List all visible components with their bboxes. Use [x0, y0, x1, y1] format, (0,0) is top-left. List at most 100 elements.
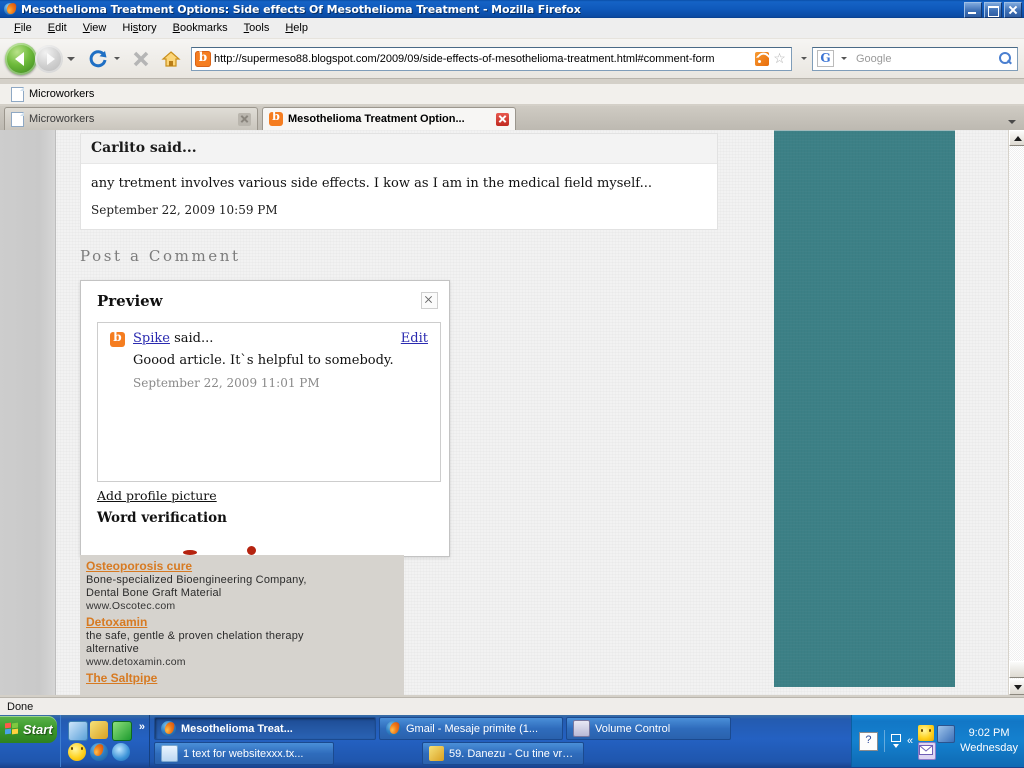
- task-button-gmail[interactable]: Gmail - Mesaje primite (1...: [379, 717, 563, 740]
- page-title: Post a Comment: [80, 247, 241, 265]
- menu-file[interactable]: File: [6, 20, 40, 36]
- clock[interactable]: 9:02 PM Wednesday: [960, 726, 1018, 756]
- menu-edit[interactable]: Edit: [40, 20, 75, 36]
- google-icon[interactable]: G: [817, 50, 834, 67]
- close-button[interactable]: [1004, 2, 1022, 18]
- ad-title[interactable]: Detoxamin: [86, 615, 398, 630]
- tabbar-right-controls: [1004, 114, 1024, 130]
- bookmark-label: Microworkers: [29, 88, 95, 100]
- task-label: 1 text for websitexxx.tx...: [183, 747, 304, 760]
- bookmark-microworkers[interactable]: Microworkers: [6, 86, 99, 103]
- search-bar[interactable]: G Google: [812, 46, 1018, 71]
- ad-item[interactable]: The Saltpipe: [86, 671, 398, 686]
- firefox-icon[interactable]: [90, 743, 108, 761]
- preview-comment-body: Goood article. It`s helpful to somebody.: [133, 353, 394, 368]
- search-engine-dropdown-icon[interactable]: [841, 57, 847, 60]
- menu-help[interactable]: Help: [277, 20, 316, 36]
- preview-author: Spike said...: [133, 331, 213, 346]
- task-buttons: Mesothelioma Treat... Gmail - Mesaje pri…: [150, 715, 851, 765]
- minimize-button[interactable]: [964, 2, 982, 18]
- undock-icon[interactable]: [891, 728, 902, 754]
- help-balloon-icon[interactable]: ?: [858, 731, 878, 751]
- firefox-icon: [3, 2, 17, 16]
- blogger-icon: [269, 110, 283, 126]
- magnifier-icon[interactable]: [997, 51, 1013, 67]
- page-viewport: Carlito said... any tretment involves va…: [0, 130, 1008, 695]
- comment-body: any tretment involves various side effec…: [91, 176, 652, 191]
- reload-button[interactable]: [87, 48, 109, 70]
- tab-close-icon[interactable]: [496, 112, 509, 126]
- firefox-icon: [386, 721, 401, 736]
- notepad-icon: [161, 745, 178, 762]
- author-link[interactable]: Spike: [133, 331, 170, 346]
- network-icon[interactable]: [937, 725, 956, 743]
- start-button[interactable]: Start: [0, 716, 57, 743]
- search-input[interactable]: Google: [852, 53, 997, 65]
- word-verification-heading: Word verification: [97, 510, 227, 526]
- preview-dialog-title: Preview: [97, 292, 163, 310]
- page-right-column: [769, 130, 1008, 695]
- back-button[interactable]: [5, 42, 37, 75]
- ad-item[interactable]: Osteoporosis cure Bone-specialized Bioen…: [86, 559, 398, 613]
- navigation-toolbar: http://supermeso88.blogspot.com/2009/09/…: [0, 39, 1024, 79]
- scrollbar-thumb[interactable]: [1009, 661, 1024, 678]
- smiley-icon[interactable]: [68, 743, 86, 761]
- scroll-down-button[interactable]: [1009, 679, 1024, 695]
- tray-expand-icon[interactable]: «: [907, 735, 913, 747]
- star-icon[interactable]: ☆: [772, 51, 787, 66]
- tab-close-icon[interactable]: [238, 112, 251, 126]
- task-label: 59. Danezu - Cu tine vre...: [449, 747, 577, 760]
- scroll-up-button[interactable]: [1009, 130, 1024, 146]
- smiley-icon[interactable]: [918, 725, 935, 741]
- preview-comment-box: Spike said... Edit Goood article. It`s h…: [97, 322, 441, 482]
- tab-microworkers[interactable]: Microworkers: [4, 107, 258, 130]
- mail-icon[interactable]: [918, 742, 937, 760]
- preview-author-row: Spike said... Edit: [98, 323, 440, 347]
- tray-divider: [883, 730, 885, 752]
- document-icon: [11, 111, 24, 127]
- menu-tools[interactable]: Tools: [236, 20, 278, 36]
- media-player-icon[interactable]: [112, 721, 132, 741]
- window-titlebar: Mesothelioma Treatment Options: Side eff…: [0, 0, 1024, 18]
- task-button-mesothelioma[interactable]: Mesothelioma Treat...: [154, 717, 376, 740]
- sidebar-panel: [774, 130, 955, 687]
- blogger-icon: [195, 50, 211, 67]
- menu-bookmarks[interactable]: Bookmarks: [165, 20, 236, 36]
- reload-dropdown-icon[interactable]: [114, 57, 120, 60]
- ad-block: Osteoporosis cure Bone-specialized Bioen…: [80, 555, 404, 695]
- address-dropdown-icon[interactable]: [801, 57, 807, 60]
- vertical-scrollbar[interactable]: [1008, 130, 1024, 695]
- start-label: Start: [23, 722, 53, 737]
- system-tray: ? « 9:02 PM Wednesday: [850, 715, 1024, 767]
- tab-list-icon[interactable]: [1004, 114, 1020, 130]
- tab-mesothelioma[interactable]: Mesothelioma Treatment Option...: [262, 107, 516, 130]
- menu-bar: File Edit View History Bookmarks Tools H…: [0, 18, 1024, 39]
- ad-line: Bone-specialized Bioengineering Company,: [86, 574, 307, 586]
- url-text[interactable]: http://supermeso88.blogspot.com/2009/09/…: [214, 53, 752, 65]
- ad-item[interactable]: Detoxamin the safe, gentle & proven chel…: [86, 615, 398, 669]
- task-button-text[interactable]: 1 text for websitexxx.tx...: [154, 742, 334, 765]
- volume-icon: [573, 720, 590, 737]
- address-bar[interactable]: http://supermeso88.blogspot.com/2009/09/…: [191, 46, 792, 71]
- quick-launch-overflow-icon[interactable]: »: [139, 721, 145, 733]
- history-dropdown-icon[interactable]: [67, 56, 75, 61]
- ad-line: alternative: [86, 643, 139, 655]
- add-profile-picture-link[interactable]: Add profile picture: [97, 488, 217, 503]
- task-button-volume[interactable]: Volume Control: [566, 717, 731, 740]
- menu-history[interactable]: History: [114, 20, 164, 36]
- rss-icon[interactable]: [755, 51, 769, 66]
- edit-link[interactable]: Edit: [401, 331, 428, 346]
- yahoo-messenger-icon[interactable]: [90, 721, 108, 739]
- close-icon[interactable]: [421, 292, 438, 309]
- task-button-danezu[interactable]: 59. Danezu - Cu tine vre...: [422, 742, 584, 765]
- show-desktop-icon[interactable]: [68, 721, 88, 741]
- preview-comment-date: September 22, 2009 11:01 PM: [133, 376, 320, 390]
- desktop: Mesothelioma Treatment Options: Side eff…: [0, 0, 1024, 768]
- ad-title[interactable]: The Saltpipe: [86, 671, 398, 686]
- maximize-button[interactable]: [984, 2, 1002, 18]
- bookmarks-toolbar: Microworkers: [0, 84, 1024, 104]
- menu-view[interactable]: View: [75, 20, 115, 36]
- internet-explorer-icon[interactable]: [112, 743, 130, 761]
- home-button[interactable]: [159, 47, 183, 71]
- ad-title[interactable]: Osteoporosis cure: [86, 559, 398, 574]
